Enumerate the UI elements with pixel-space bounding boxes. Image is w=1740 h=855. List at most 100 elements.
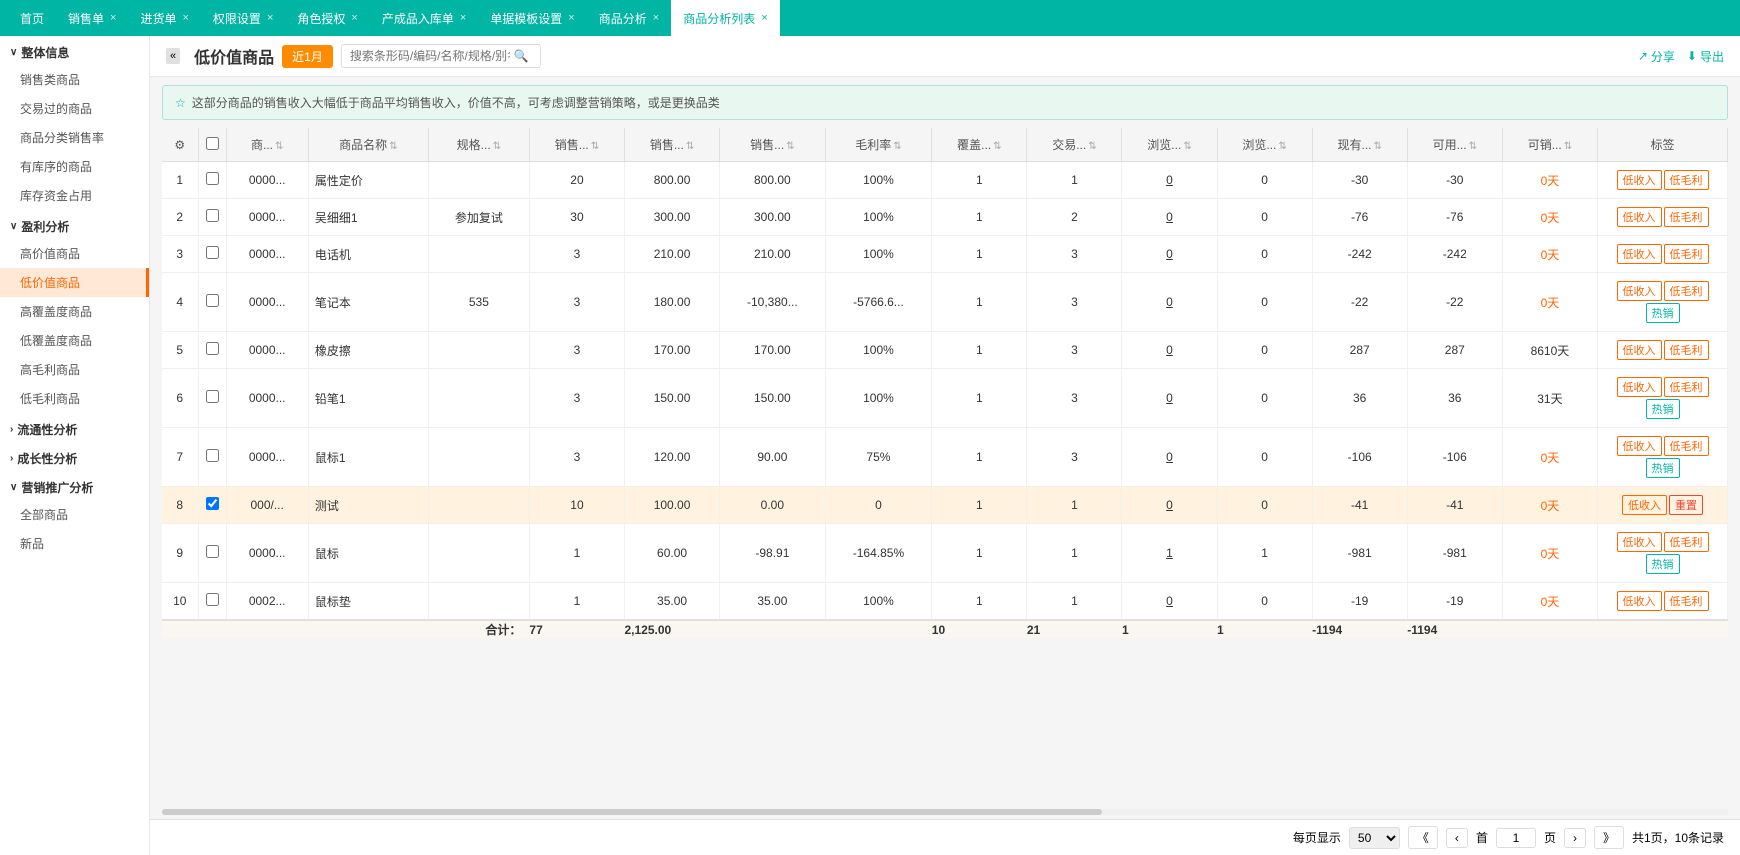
row-checkbox-cell[interactable] [198,583,226,621]
sidebar-item-low-margin[interactable]: 低毛利商品 [0,384,149,413]
select-all-checkbox[interactable] [206,137,219,150]
view1-cell[interactable]: 0 [1122,273,1217,332]
row-checkbox[interactable] [206,449,219,462]
row-checkbox-cell[interactable] [198,199,226,236]
view1-cell[interactable]: 0 [1122,332,1217,369]
last-page-button[interactable]: 》 [1594,826,1624,849]
col-margin[interactable]: 毛利率⇅ [825,128,932,162]
view1-cell[interactable]: 0 [1122,428,1217,487]
view1-cell[interactable]: 0 [1122,162,1217,199]
sidebar-collapse-button[interactable]: « [166,48,180,64]
sidebar-item-high-coverage[interactable]: 高覆盖度商品 [0,297,149,326]
view1-cell[interactable]: 0 [1122,236,1217,273]
row-checkbox-cell[interactable] [198,369,226,428]
view1-cell[interactable]: 1 [1122,524,1217,583]
nav-template-setting[interactable]: 单据模板设置 × [478,0,586,36]
row-checkbox[interactable] [206,294,219,307]
row-checkbox[interactable] [206,342,219,355]
view1-link[interactable]: 0 [1166,391,1173,405]
row-checkbox-cell[interactable] [198,428,226,487]
view1-link[interactable]: 1 [1166,546,1173,560]
view1-link[interactable]: 0 [1166,450,1173,464]
col-current[interactable]: 现有...⇅ [1312,128,1407,162]
row-checkbox[interactable] [206,172,219,185]
view1-cell[interactable]: 0 [1122,487,1217,524]
row-checkbox[interactable] [206,246,219,259]
page-size-select[interactable]: 50 100 200 [1349,827,1400,849]
row-checkbox[interactable] [206,209,219,222]
page-number-input[interactable] [1496,828,1536,848]
close-icon[interactable]: × [568,12,574,24]
row-checkbox[interactable] [206,497,219,510]
sidebar-item-traded-products[interactable]: 交易过的商品 [0,94,149,123]
close-icon[interactable]: × [110,12,116,24]
row-checkbox-cell[interactable] [198,332,226,369]
scrollbar-thumb[interactable] [162,809,1102,815]
row-checkbox[interactable] [206,593,219,606]
view1-link[interactable]: 0 [1166,173,1173,187]
filter-recent-month-button[interactable]: 近1月 [282,45,333,68]
search-input[interactable] [350,49,510,63]
nav-sales-order[interactable]: 销售单 × [56,0,128,36]
col-view2[interactable]: 浏览...⇅ [1217,128,1312,162]
col-spec[interactable]: 规格...⇅ [428,128,529,162]
col-sales-amt[interactable]: 销售...⇅ [625,128,720,162]
view1-cell[interactable]: 0 [1122,369,1217,428]
export-button[interactable]: ⬇ 导出 [1687,48,1724,65]
close-icon[interactable]: × [182,12,188,24]
col-sales-profit[interactable]: 销售...⇅ [720,128,826,162]
nav-purchase-order[interactable]: 进货单 × [128,0,200,36]
sidebar-item-low-coverage[interactable]: 低覆盖度商品 [0,326,149,355]
nav-home[interactable]: 首页 [8,0,56,36]
view1-link[interactable]: 0 [1166,210,1173,224]
search-icon[interactable]: 🔍 [514,49,529,63]
sidebar-group-marketing[interactable]: ∨ 营销推广分析 [0,471,149,500]
first-page-button[interactable]: 《 [1408,826,1438,849]
col-checkbox[interactable] [198,128,226,162]
sidebar-item-new-products[interactable]: 新品 [0,529,149,558]
close-icon[interactable]: × [761,12,767,24]
col-setting[interactable]: ⚙ [162,128,198,162]
nav-role-auth[interactable]: 角色授权 × [285,0,369,36]
view1-cell[interactable]: 0 [1122,199,1217,236]
nav-product-analysis[interactable]: 商品分析 × [587,0,671,36]
sidebar-item-category-sales-rate[interactable]: 商品分类销售率 [0,123,149,152]
sidebar-item-inventory-products[interactable]: 有库序的商品 [0,152,149,181]
col-sales-qty[interactable]: 销售...⇅ [529,128,624,162]
col-code[interactable]: 商...⇅ [226,128,308,162]
sidebar-group-flow[interactable]: › 流通性分析 [0,413,149,442]
view1-link[interactable]: 0 [1166,498,1173,512]
view1-link[interactable]: 0 [1166,295,1173,309]
close-icon[interactable]: × [653,12,659,24]
row-checkbox-cell[interactable] [198,273,226,332]
row-checkbox-cell[interactable] [198,487,226,524]
sidebar-item-sales-products[interactable]: 销售类商品 [0,65,149,94]
sidebar-item-all-products[interactable]: 全部商品 [0,500,149,529]
sidebar-item-inventory-capital[interactable]: 库存资金占用 [0,181,149,210]
sidebar-group-growth[interactable]: › 成长性分析 [0,442,149,471]
row-checkbox[interactable] [206,390,219,403]
row-checkbox-cell[interactable] [198,236,226,273]
row-checkbox[interactable] [206,545,219,558]
close-icon[interactable]: × [351,12,357,24]
view1-link[interactable]: 0 [1166,594,1173,608]
sidebar-item-low-value[interactable]: 低价值商品 [0,268,149,297]
col-saleable[interactable]: 可销...⇅ [1502,128,1597,162]
nav-product-analysis-list[interactable]: 商品分析列表 × [671,0,779,36]
nav-permission[interactable]: 权限设置 × [201,0,285,36]
sidebar-group-profit[interactable]: ∨ 盈利分析 [0,210,149,239]
prev-page-button[interactable]: ‹ [1446,828,1468,848]
view1-link[interactable]: 0 [1166,247,1173,261]
col-view1[interactable]: 浏览...⇅ [1122,128,1217,162]
sidebar-item-high-margin[interactable]: 高毛利商品 [0,355,149,384]
horizontal-scrollbar[interactable] [162,809,1728,815]
close-icon[interactable]: × [460,12,466,24]
col-available[interactable]: 可用...⇅ [1407,128,1502,162]
share-button[interactable]: ↗ 分享 [1638,48,1675,65]
sidebar-item-high-value[interactable]: 高价值商品 [0,239,149,268]
next-page-button[interactable]: › [1564,828,1586,848]
row-checkbox-cell[interactable] [198,524,226,583]
sidebar-group-overall[interactable]: ∨ 整体信息 [0,36,149,65]
close-icon[interactable]: × [267,12,273,24]
col-txn[interactable]: 交易...⇅ [1027,128,1122,162]
